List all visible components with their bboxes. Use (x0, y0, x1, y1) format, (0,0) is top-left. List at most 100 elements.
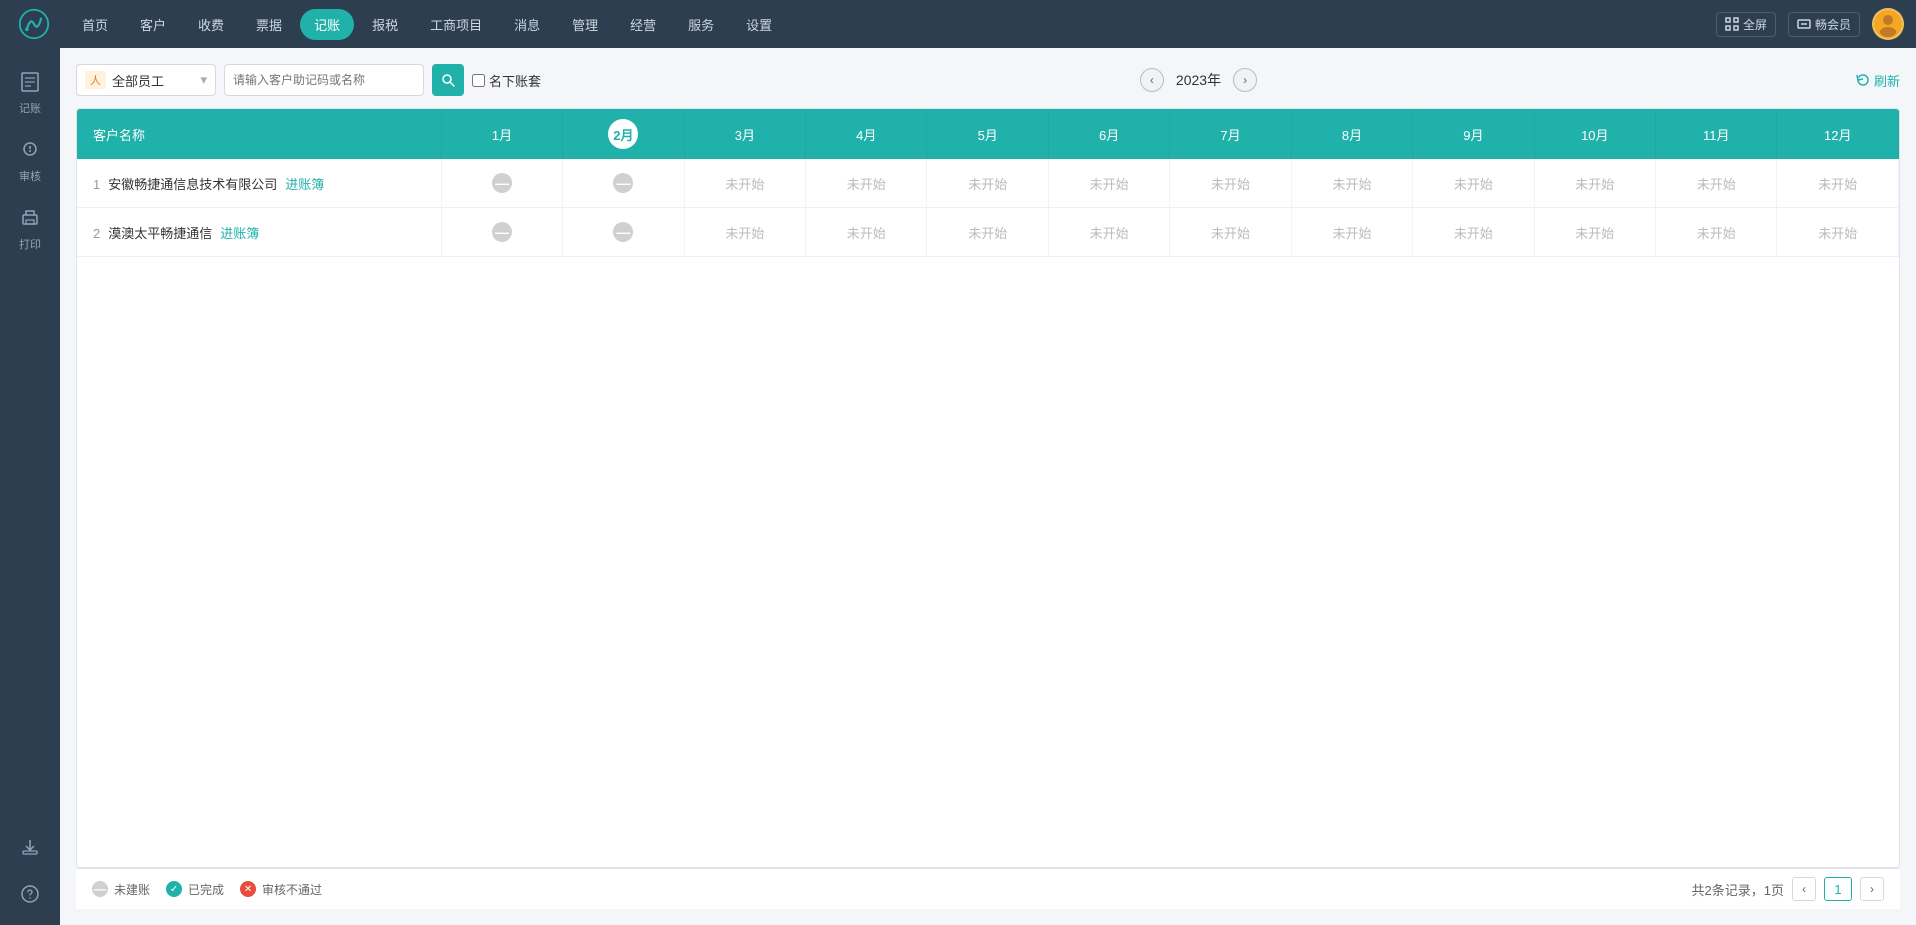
status-dash-icon: — (492, 222, 512, 242)
checkbox-text: 名下账套 (489, 71, 541, 90)
legend-not-started-label: 未建账 (114, 881, 150, 898)
cell-month-2: — (563, 208, 684, 257)
print-icon (16, 204, 44, 232)
status-not-started: 未开始 (1090, 226, 1129, 241)
sidebar-help-icon[interactable] (12, 876, 48, 915)
cell-month-4: 未开始 (806, 208, 927, 257)
table-row: 2漠澳太平畅捷通信进账簿——未开始未开始未开始未开始未开始未开始未开始未开始未开… (77, 208, 1899, 257)
next-year-button[interactable]: › (1233, 68, 1257, 92)
enter-ledger-button[interactable]: 进账簿 (285, 177, 324, 192)
col-header-month-7: 7月 (1170, 109, 1291, 159)
status-not-started: 未开始 (1454, 177, 1493, 192)
cell-month-12: 未开始 (1777, 159, 1899, 208)
col-header-month-1: 1月 (441, 109, 562, 159)
member-button[interactable]: 畅会员 (1788, 12, 1860, 37)
nav-item-消息[interactable]: 消息 (500, 9, 554, 40)
sidebar-item-audit[interactable]: 审核 (0, 126, 60, 194)
legend-completed-label: 已完成 (188, 881, 224, 898)
enter-ledger-button[interactable]: 进账簿 (220, 226, 259, 241)
legend-dot-teal: ✓ (166, 881, 182, 897)
nav-item-服务[interactable]: 服务 (674, 9, 728, 40)
sidebar-item-ledger[interactable]: 记账 (0, 58, 60, 126)
nav-item-记账[interactable]: 记账 (300, 9, 354, 40)
employee-tag: 人 (85, 71, 106, 89)
cell-month-1: — (441, 159, 562, 208)
status-not-started: 未开始 (1090, 177, 1129, 192)
col-header-month-12: 12月 (1777, 109, 1899, 159)
search-input[interactable] (233, 73, 393, 87)
toolbar: 人 全部员工 ▾ 名下账套 ‹ 2023年 › 刷新 (76, 64, 1900, 96)
prev-year-button[interactable]: ‹ (1140, 68, 1164, 92)
status-not-started: 未开始 (1211, 177, 1250, 192)
cell-month-7: 未开始 (1170, 159, 1291, 208)
cell-month-8: 未开始 (1291, 208, 1412, 257)
nav-item-客户[interactable]: 客户 (126, 9, 180, 40)
nav-item-首页[interactable]: 首页 (68, 9, 122, 40)
current-page: 1 (1824, 877, 1852, 901)
status-dash-icon: — (613, 173, 633, 193)
cell-month-10: 未开始 (1534, 159, 1655, 208)
nav-item-设置[interactable]: 设置 (732, 9, 786, 40)
cell-month-2: — (563, 159, 684, 208)
avatar (1872, 8, 1904, 40)
col-header-name: 客户名称 (77, 109, 441, 159)
cell-month-1: — (441, 208, 562, 257)
checkbox-label[interactable]: 名下账套 (472, 71, 541, 90)
nav-item-管理[interactable]: 管理 (558, 9, 612, 40)
nav-item-收费[interactable]: 收费 (184, 9, 238, 40)
cell-month-5: 未开始 (927, 208, 1048, 257)
cell-month-6: 未开始 (1048, 208, 1169, 257)
sidebar-download-icon[interactable] (12, 829, 48, 868)
table-row: 1安徽畅捷通信息技术有限公司进账簿——未开始未开始未开始未开始未开始未开始未开始… (77, 159, 1899, 208)
col-header-month-9: 9月 (1413, 109, 1534, 159)
col-header-month-11: 11月 (1656, 109, 1777, 159)
cell-month-11: 未开始 (1656, 159, 1777, 208)
top-nav-right: 全屏 畅会员 (1716, 8, 1904, 40)
col-header-month-3: 3月 (684, 109, 805, 159)
check-icon: ✓ (170, 884, 178, 895)
status-not-started: 未开始 (1575, 177, 1614, 192)
refresh-button[interactable]: 刷新 (1856, 71, 1900, 90)
status-not-started: 未开始 (1575, 226, 1614, 241)
legend-rejected: ✕ 审核不通过 (240, 881, 322, 898)
legend-dot-red: ✕ (240, 881, 256, 897)
cell-month-9: 未开始 (1413, 208, 1534, 257)
legend-not-started: — 未建账 (92, 881, 150, 898)
employee-select[interactable]: 人 全部员工 ▾ (76, 64, 216, 96)
audit-icon (16, 136, 44, 164)
main-area: 记账 审核 打印 人 全部员工 (0, 48, 1916, 925)
row-index: 1 (93, 177, 100, 192)
status-not-started: 未开始 (1332, 177, 1371, 192)
nav-item-工商项目[interactable]: 工商项目 (416, 9, 496, 40)
table-wrap: 客户名称 1月2月3月4月5月6月7月8月9月10月11月12月 1安徽畅捷通信… (76, 108, 1900, 868)
active-month-circle: 2月 (608, 119, 638, 149)
col-header-month-5: 5月 (927, 109, 1048, 159)
search-input-wrap (224, 64, 424, 96)
col-header-month-8: 8月 (1291, 109, 1412, 159)
nav-item-票据[interactable]: 票据 (242, 9, 296, 40)
nav-item-报税[interactable]: 报税 (358, 9, 412, 40)
search-button[interactable] (432, 64, 464, 96)
row-index: 2 (93, 226, 100, 241)
fullscreen-button[interactable]: 全屏 (1716, 12, 1776, 37)
status-not-started: 未开始 (1818, 226, 1857, 241)
prev-page-button[interactable]: ‹ (1792, 877, 1816, 901)
status-not-started: 未开始 (968, 177, 1007, 192)
member-label: 畅会员 (1815, 16, 1851, 33)
fullscreen-label: 全屏 (1743, 16, 1767, 33)
col-header-month-4: 4月 (806, 109, 927, 159)
cell-month-10: 未开始 (1534, 208, 1655, 257)
legend-rejected-label: 审核不通过 (262, 881, 322, 898)
next-page-button[interactable]: › (1860, 877, 1884, 901)
cell-month-3: 未开始 (684, 159, 805, 208)
nav-item-经营[interactable]: 经营 (616, 9, 670, 40)
status-not-started: 未开始 (847, 177, 886, 192)
sidebar-item-print[interactable]: 打印 (0, 194, 60, 262)
my-accounts-checkbox[interactable] (472, 74, 485, 87)
content-area: 人 全部员工 ▾ 名下账套 ‹ 2023年 › 刷新 (60, 48, 1916, 925)
cell-month-12: 未开始 (1777, 208, 1899, 257)
legend-completed: ✓ 已完成 (166, 881, 224, 898)
sidebar-ledger-label: 记账 (19, 100, 41, 116)
cell-month-5: 未开始 (927, 159, 1048, 208)
year-display: 2023年 (1176, 70, 1221, 90)
